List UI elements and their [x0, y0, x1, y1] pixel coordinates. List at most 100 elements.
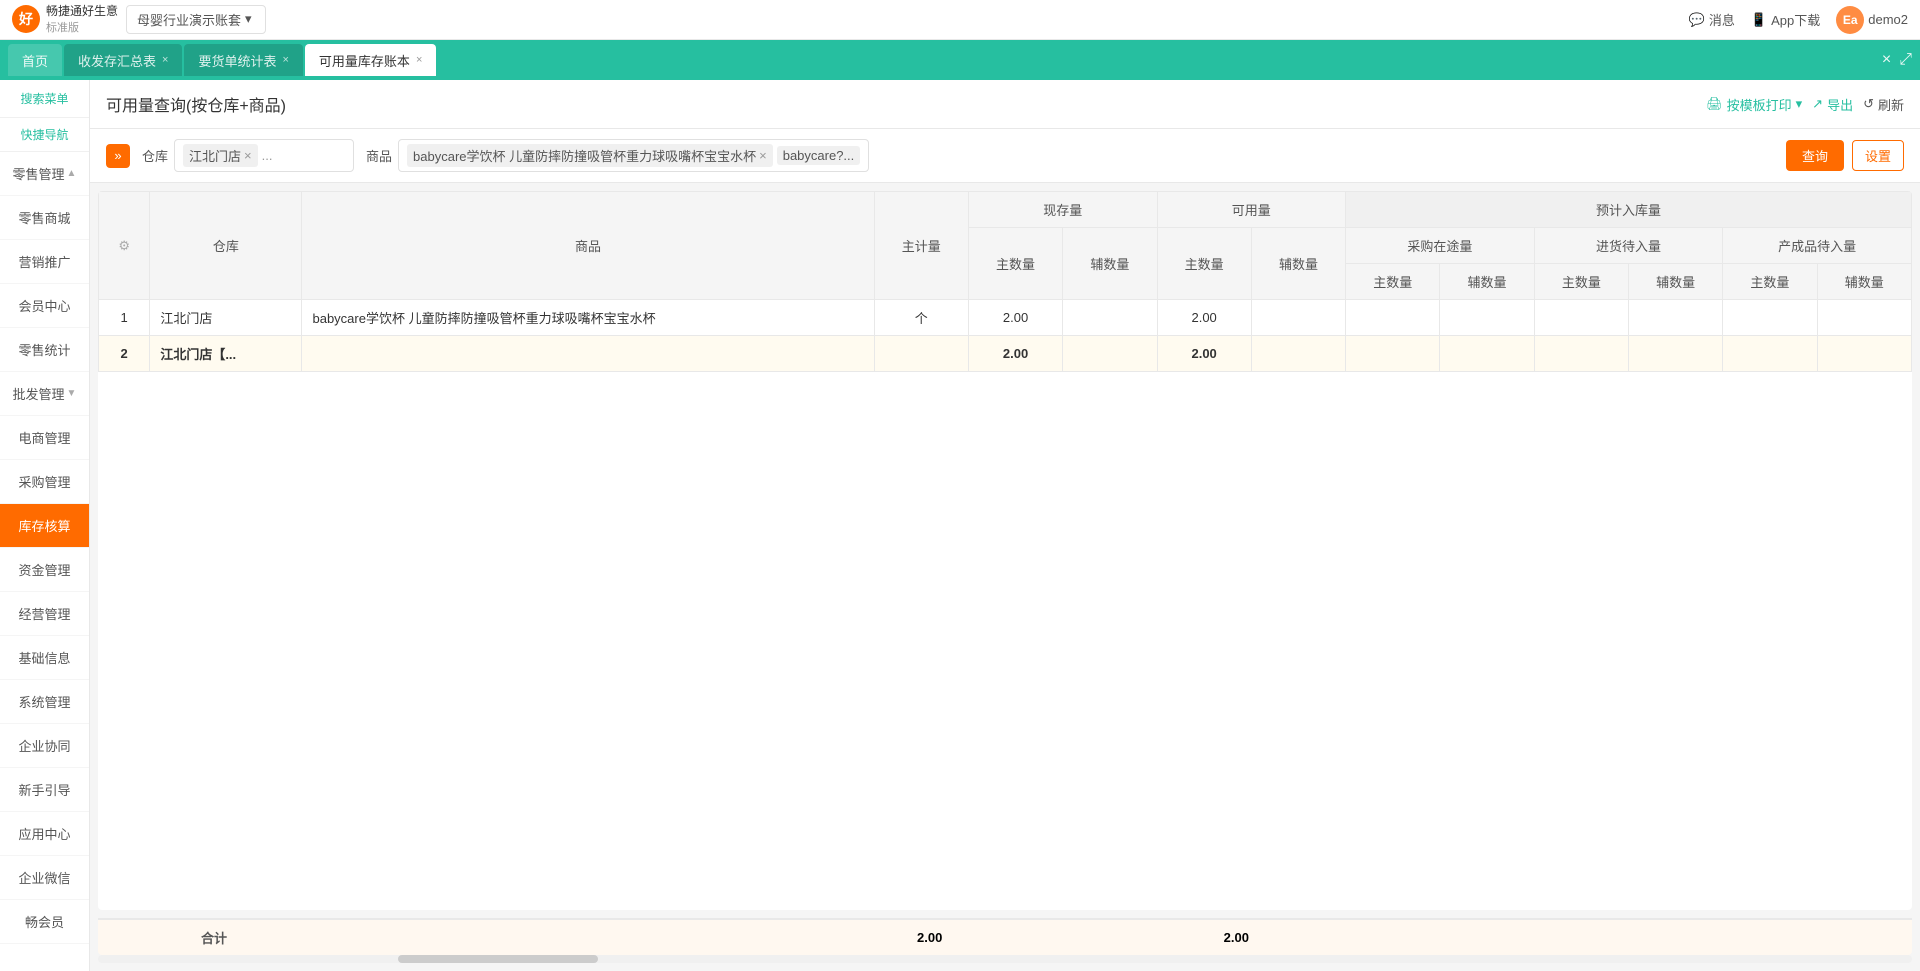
cell-inbound-main-1	[1534, 300, 1628, 336]
sidebar-member-label: 会员中心	[18, 296, 70, 315]
product-filter: 商品 babycare学饮杯 儿童防摔防撞吸管杯重力球吸嘴杯宝宝水杯 × bab…	[366, 139, 869, 172]
sidebar-item-enterprise[interactable]: 企业协同	[0, 724, 89, 768]
brand-name: 畅捷通好生意	[46, 4, 118, 18]
warehouse-dots[interactable]: ...	[262, 148, 273, 163]
sidebar-item-zero-sales[interactable]: 零售管理 ▲	[0, 152, 89, 196]
warehouse-tag: 江北门店 ×	[183, 144, 258, 167]
sidebar-search[interactable]: 搜索菜单	[0, 80, 89, 118]
tab-keyongliang-label: 可用量库存账本	[319, 51, 410, 70]
cell-inbound-main-2	[1534, 336, 1628, 372]
setting-button[interactable]: 设置	[1852, 140, 1904, 171]
tab-keyongliang[interactable]: 可用量库存账本 ×	[305, 44, 436, 76]
sidebar-quick-nav[interactable]: 快捷导航	[0, 118, 89, 152]
cell-avail-sub-1	[1251, 300, 1345, 336]
sidebar-item-system[interactable]: 系统管理	[0, 680, 89, 724]
sidebar: 搜索菜单 快捷导航 零售管理 ▲ 零售商城 营销推广 会员中心 零售统计 批发管…	[0, 80, 90, 971]
sidebar-item-member[interactable]: 会员中心	[0, 284, 89, 328]
app-download-button[interactable]: 📱 App下载	[1751, 10, 1820, 29]
export-label: 导出	[1827, 95, 1853, 114]
sidebar-item-purchase[interactable]: 采购管理	[0, 460, 89, 504]
close-window-button[interactable]: ×	[1882, 51, 1891, 69]
sidebar-item-inventory[interactable]: 库存核算	[0, 504, 89, 548]
sidebar-item-online-store[interactable]: 零售商城	[0, 196, 89, 240]
sidebar-basic-label: 基础信息	[18, 648, 70, 667]
sidebar-item-marketing[interactable]: 营销推广	[0, 240, 89, 284]
th-purchase-transit: 采购在途量	[1346, 228, 1535, 264]
cell-inbound-sub-1	[1628, 300, 1722, 336]
warehouse-tag-remove[interactable]: ×	[244, 148, 252, 163]
expand-filter-button[interactable]: »	[106, 144, 130, 168]
th-product-sub: 辅数量	[1817, 264, 1911, 300]
message-icon: 💬	[1689, 12, 1705, 28]
sidebar-item-batch-mgmt[interactable]: 批发管理 ▼	[0, 372, 89, 416]
tab-shoufacun[interactable]: 收发存汇总表 ×	[64, 44, 182, 76]
th-available-sub: 辅数量	[1251, 228, 1345, 300]
th-available: 可用量	[1157, 192, 1346, 228]
query-button[interactable]: 查询	[1786, 140, 1844, 171]
phone-icon: 📱	[1751, 12, 1767, 28]
product-tag-1-remove[interactable]: ×	[759, 148, 767, 163]
product-input[interactable]: babycare学饮杯 儿童防摔防撞吸管杯重力球吸嘴杯宝宝水杯 × babyca…	[398, 139, 869, 172]
expand-window-button[interactable]: ⤢	[1899, 51, 1912, 69]
product-tag-2: babycare?...	[777, 146, 861, 165]
sidebar-item-retail-stats[interactable]: 零售统计	[0, 328, 89, 372]
sidebar-item-member2[interactable]: 畅会员	[0, 900, 89, 944]
cell-purchase-main-1	[1346, 300, 1440, 336]
sidebar-item-finance[interactable]: 资金管理	[0, 548, 89, 592]
sidebar-system-label: 系统管理	[18, 692, 70, 711]
th-product-pending: 产成品待入量	[1723, 228, 1912, 264]
cell-warehouse-2: 江北门店【...	[150, 336, 302, 372]
tab-shoufacun-close[interactable]: ×	[162, 54, 168, 66]
export-button[interactable]: ↗ 导出	[1812, 95, 1853, 114]
sidebar-newbie-label: 新手引导	[18, 780, 70, 799]
th-inbound-pending: 进货待入量	[1534, 228, 1723, 264]
brand-icon: 好	[12, 5, 40, 33]
top-bar-left: 好 畅捷通好生意 标准版 母婴行业演示账套 ▾	[12, 4, 266, 34]
scrollbar-thumb[interactable]	[398, 955, 598, 963]
sidebar-item-weixin[interactable]: 企业微信	[0, 856, 89, 900]
warehouse-input[interactable]: 江北门店 × ...	[174, 139, 354, 172]
th-current-main: 主数量	[968, 228, 1062, 300]
cell-product-2	[302, 336, 874, 372]
refresh-button[interactable]: ↺ 刷新	[1863, 95, 1904, 114]
sidebar-ecommerce-label: 电商管理	[18, 428, 70, 447]
sidebar-weixin-label: 企业微信	[18, 868, 70, 887]
tab-yaohuo-close[interactable]: ×	[282, 54, 288, 66]
horizontal-scrollbar[interactable]	[98, 955, 1912, 963]
brand-logo: 好 畅捷通好生意 标准版	[12, 4, 118, 34]
sidebar-item-appstore[interactable]: 应用中心	[0, 812, 89, 856]
print-icon: 🖨	[1706, 96, 1723, 112]
data-table: ⚙ 仓库 商品 主计量 现存量 可用量 预计入库量 主数量 辅数量 主数量 辅数…	[98, 191, 1912, 372]
tab-keyongliang-close[interactable]: ×	[416, 54, 422, 66]
sidebar-item-ecommerce[interactable]: 电商管理	[0, 416, 89, 460]
sidebar-operation-label: 经营管理	[18, 604, 70, 623]
message-button[interactable]: 💬 消息	[1689, 10, 1735, 29]
th-product-main: 主数量	[1723, 264, 1817, 300]
sidebar-item-operation[interactable]: 经营管理	[0, 592, 89, 636]
cell-index-2: 2	[99, 336, 150, 372]
warehouse-filter: 仓库 江北门店 × ...	[142, 139, 354, 172]
page-header: 可用量查询(按仓库+商品) 🖨 按模板打印 ▾ ↗ 导出 ↺ 刷新	[90, 80, 1920, 129]
sidebar-item-newbie[interactable]: 新手引导	[0, 768, 89, 812]
industry-selector[interactable]: 母婴行业演示账套 ▾	[126, 5, 266, 34]
footer-current-main-qty: 2.00	[890, 930, 970, 945]
table-row: 2 江北门店【... 2.00 2.00	[99, 336, 1912, 372]
th-forecast-in: 预计入库量	[1346, 192, 1912, 228]
message-label: 消息	[1709, 10, 1735, 29]
content-area: 可用量查询(按仓库+商品) 🖨 按模板打印 ▾ ↗ 导出 ↺ 刷新	[90, 80, 1920, 971]
sidebar-item-basic[interactable]: 基础信息	[0, 636, 89, 680]
th-unit: 主计量	[874, 192, 968, 300]
product-tag-1: babycare学饮杯 儿童防摔防撞吸管杯重力球吸嘴杯宝宝水杯 ×	[407, 144, 773, 167]
th-warehouse: 仓库	[150, 192, 302, 300]
cell-purchase-main-2	[1346, 336, 1440, 372]
tab-home[interactable]: 首页	[8, 44, 62, 76]
th-inbound-main: 主数量	[1534, 264, 1628, 300]
expand-icon: »	[114, 148, 121, 163]
cell-current-main-1: 2.00	[968, 300, 1062, 336]
tab-yaohuo[interactable]: 要货单统计表 ×	[184, 44, 302, 76]
user-menu[interactable]: Ea demo2	[1836, 6, 1908, 34]
print-button[interactable]: 🖨 按模板打印 ▾	[1706, 95, 1802, 114]
chevron-batch-icon: ▼	[67, 388, 77, 399]
avatar: Ea	[1836, 6, 1864, 34]
th-settings[interactable]: ⚙	[99, 192, 150, 300]
